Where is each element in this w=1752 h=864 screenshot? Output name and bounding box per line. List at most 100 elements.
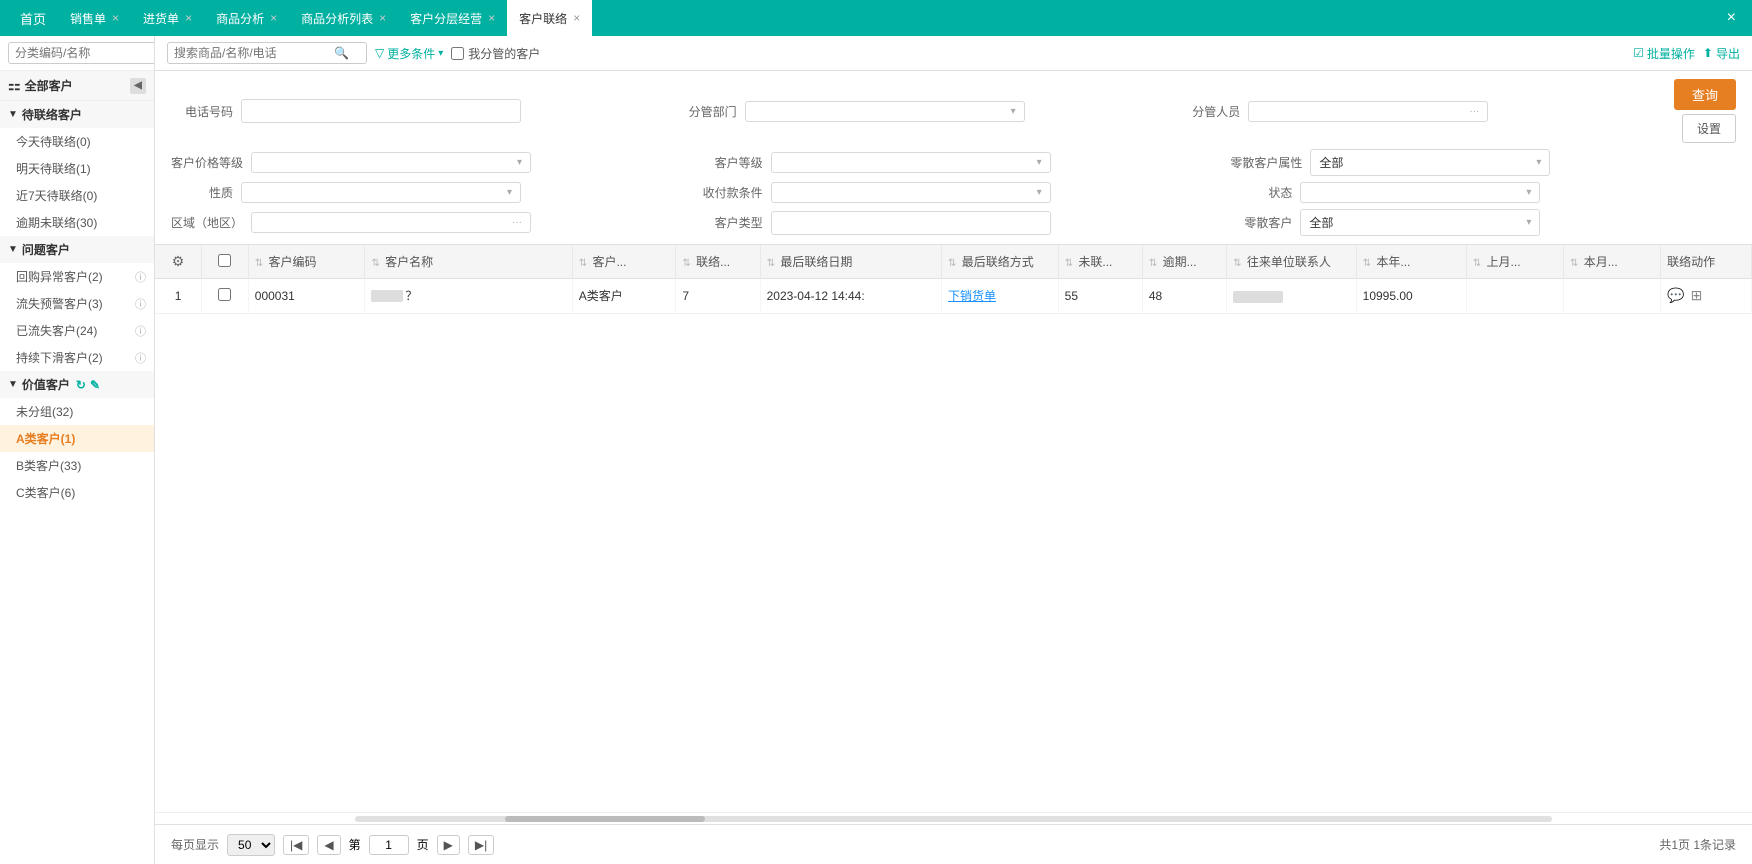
filter-select-nature[interactable]: ▾	[241, 182, 521, 203]
col-sort-uncontact-icon[interactable]: ⇅	[1065, 258, 1073, 269]
sidebar-item-abnormal[interactable]: 回购异常客户(2) ⓘ	[0, 263, 154, 290]
first-page-button[interactable]: |◀	[283, 835, 309, 855]
col-sort-ctype-icon[interactable]: ⇅	[579, 258, 587, 269]
close-tab-customer-mgmt-icon[interactable]: ×	[488, 11, 495, 25]
filter-input-customer-type[interactable]	[771, 211, 1051, 235]
row-checkbox[interactable]	[218, 288, 231, 301]
filter-select-price-level[interactable]: ▾	[251, 152, 531, 173]
filter-select-payment[interactable]: ▾	[771, 182, 1051, 203]
sidebar-item-tomorrow[interactable]: 明天待联络(1)	[0, 155, 154, 182]
query-button[interactable]: 查询	[1674, 79, 1736, 110]
filter-more-conditions[interactable]: ▽ 更多条件 ▾	[375, 45, 443, 62]
col-sort-code-icon[interactable]: ⇅	[255, 258, 263, 269]
filter-label-status: 状态	[1230, 184, 1300, 201]
sidebar-item-today[interactable]: 今天待联络(0)	[0, 128, 154, 155]
page-number-input[interactable]	[369, 835, 409, 855]
filter-select-retail[interactable]: 全部 ▾	[1300, 209, 1540, 236]
nav-tab-analysis[interactable]: 商品分析 ×	[204, 0, 289, 36]
filter-select-person[interactable]: ···	[1248, 101, 1488, 122]
top-nav: 首页 销售单 × 进货单 × 商品分析 × 商品分析列表 × 客户分层经营 × …	[0, 0, 1752, 36]
page-label: 第	[349, 836, 361, 853]
col-sort-visits-icon[interactable]: ⇅	[1233, 258, 1241, 269]
col-header-checkbox[interactable]	[202, 245, 249, 279]
col-sort-thisyear-icon[interactable]: ⇅	[1363, 258, 1371, 269]
info-icon-declining: ⓘ	[135, 350, 146, 366]
filter-icon: ▽	[375, 46, 384, 60]
sidebar-item-unclassified[interactable]: 未分组(32)	[0, 398, 154, 425]
sidebar-all-customers-header: ⚏ 全部客户 ◀	[0, 71, 154, 101]
nav-tab-purchase[interactable]: 进货单 ×	[131, 0, 204, 36]
filter-status-arrow-icon: ▾	[1526, 187, 1531, 198]
sidebar-item-week-label: 近7天待联络(0)	[16, 187, 97, 204]
filter-select-retail-attr[interactable]: 全部 ▾	[1310, 149, 1550, 176]
close-tab-analysis-icon[interactable]: ×	[270, 11, 277, 25]
cell-checkbox[interactable]	[202, 279, 249, 314]
export-button[interactable]: ⬆ 导出	[1703, 45, 1740, 62]
sidebar-item-overdue[interactable]: 逾期未联络(30)	[0, 209, 154, 236]
close-tab-purchase-icon[interactable]: ×	[185, 11, 192, 25]
close-all-button[interactable]: ×	[1719, 9, 1744, 27]
sidebar-group-problem[interactable]: ▼ 问题客户	[0, 236, 154, 263]
close-tab-customer-contact-icon[interactable]: ×	[573, 11, 580, 25]
filter-bar: 🔍 ▽ 更多条件 ▾ 我分管的客户 ☑ 批量操作 ⬆ 导出	[155, 36, 1752, 71]
filter-input-phone[interactable]	[241, 99, 521, 123]
nav-tab-customer-mgmt[interactable]: 客户分层经营 ×	[398, 0, 507, 36]
filter-my-checkbox[interactable]: 我分管的客户	[451, 45, 540, 62]
last-page-button[interactable]: ▶|	[468, 835, 494, 855]
filter-select-customer-level[interactable]: ▾	[771, 152, 1051, 173]
filter-label-price-level: 客户价格等级	[171, 154, 251, 171]
nav-tab-analysis-list[interactable]: 商品分析列表 ×	[289, 0, 398, 36]
sidebar-collapse-button[interactable]: ◀	[130, 78, 146, 94]
sidebar-item-week[interactable]: 近7天待联络(0)	[0, 182, 154, 209]
sidebar-item-churn-warn[interactable]: 流失预警客户(3) ⓘ	[0, 290, 154, 317]
batch-ops-label: 批量操作	[1647, 45, 1695, 62]
chat-icon[interactable]: 💬	[1667, 287, 1684, 304]
sidebar-item-churned[interactable]: 已流失客户(24) ⓘ	[0, 317, 154, 344]
nav-home[interactable]: 首页	[8, 9, 58, 28]
filter-search-icon[interactable]: 🔍	[334, 46, 349, 60]
col-sort-lastdate-icon[interactable]: ⇅	[767, 258, 775, 269]
horizontal-scrollbar[interactable]	[155, 812, 1752, 824]
last-contact-way[interactable]: 下销货单	[948, 289, 996, 303]
sidebar-group-value-arrow: ▼	[8, 379, 18, 390]
my-customers-checkbox[interactable]	[451, 47, 464, 60]
col-sort-contact-icon[interactable]: ⇅	[682, 258, 690, 269]
qr-icon[interactable]: ⊞	[1691, 287, 1703, 304]
settings-gear-icon[interactable]: ⚙	[172, 253, 185, 269]
close-tab-analysis-list-icon[interactable]: ×	[379, 11, 386, 25]
prev-page-button[interactable]: ◀	[317, 835, 340, 855]
filter-retail-attr-value: 全部	[1319, 154, 1343, 171]
filter-search-input[interactable]	[174, 46, 334, 60]
sidebar-item-a-class[interactable]: A类客户(1)	[0, 425, 154, 452]
sidebar-group-pending[interactable]: ▼ 待联络客户	[0, 101, 154, 128]
sidebar-search-input[interactable]	[8, 42, 155, 64]
batch-ops-button[interactable]: ☑ 批量操作	[1633, 45, 1695, 62]
filter-select-region[interactable]: ···	[251, 212, 531, 233]
filter-select-dept[interactable]: ▾	[745, 101, 1025, 122]
nav-tab-sales[interactable]: 销售单 ×	[58, 0, 131, 36]
refresh-icon[interactable]: ↻	[76, 378, 86, 392]
col-sort-name-icon[interactable]: ⇅	[371, 258, 379, 269]
nav-tab-customer-contact[interactable]: 客户联络 ×	[507, 0, 592, 36]
next-page-button[interactable]: ▶	[437, 835, 460, 855]
sidebar-item-b-class[interactable]: B类客户(33)	[0, 452, 154, 479]
batch-checkbox-icon: ☑	[1633, 46, 1644, 60]
col-sort-lastway-icon[interactable]: ⇅	[948, 258, 956, 269]
select-all-checkbox[interactable]	[218, 254, 231, 267]
col-sort-lastmonth-icon[interactable]: ⇅	[1473, 258, 1481, 269]
close-tab-sales-icon[interactable]: ×	[112, 11, 119, 25]
main-layout: 🔍 ⚏ 全部客户 ◀ ▼ 待联络客户 今天待联络(0) 明天待联络(1) 近7天…	[0, 36, 1752, 864]
filter-select-status[interactable]: ▾	[1300, 182, 1540, 203]
setting-button[interactable]: 设置	[1682, 114, 1736, 143]
cell-uncontact: 55	[1058, 279, 1142, 314]
edit-icon[interactable]: ✎	[90, 378, 100, 392]
col-header-settings[interactable]: ⚙	[155, 245, 202, 279]
page-size-select[interactable]: 50	[227, 834, 275, 856]
col-sort-overdue-icon[interactable]: ⇅	[1149, 258, 1157, 269]
col-sort-thismonth-icon[interactable]: ⇅	[1570, 258, 1578, 269]
filter-label-customer-type: 客户类型	[701, 214, 771, 231]
filter-person-dots-icon: ···	[1469, 106, 1479, 117]
sidebar-group-value[interactable]: ▼ 价值客户 ↻ ✎	[0, 371, 154, 398]
sidebar-item-declining[interactable]: 持续下滑客户(2) ⓘ	[0, 344, 154, 371]
sidebar-item-c-class[interactable]: C类客户(6)	[0, 479, 154, 506]
